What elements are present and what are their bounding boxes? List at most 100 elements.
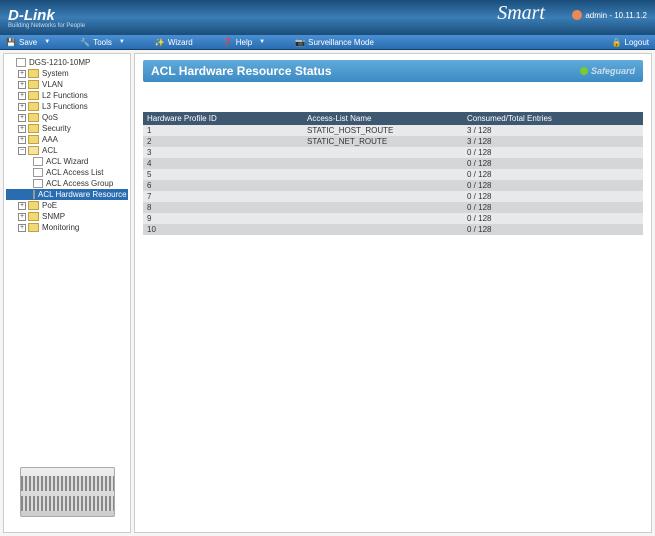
wizard-menu[interactable]: ✨Wizard: [155, 38, 193, 47]
save-icon: 💾: [6, 38, 15, 47]
folder-icon: [28, 212, 39, 221]
content-panel: ACL Hardware Resource Status Safeguard H…: [134, 53, 652, 533]
tools-menu[interactable]: 🔧Tools▼: [80, 38, 125, 47]
tree-l3[interactable]: +L3 Functions: [6, 101, 128, 112]
cell-entries: 0 / 128: [463, 191, 643, 202]
cell-entries: 0 / 128: [463, 213, 643, 224]
tree-security[interactable]: +Security: [6, 123, 128, 134]
cell-entries: 0 / 128: [463, 224, 643, 235]
tree-system[interactable]: +System: [6, 68, 128, 79]
tools-icon: 🔧: [80, 38, 89, 47]
acl-hw-table: Hardware Profile ID Access-List Name Con…: [143, 112, 643, 235]
expand-icon[interactable]: +: [18, 213, 26, 221]
tree-vlan[interactable]: +VLAN: [6, 79, 128, 90]
folder-icon: [28, 223, 39, 232]
user-label: admin - 10.11.1.2: [585, 11, 647, 20]
cell-id: 7: [143, 191, 303, 202]
tree-device[interactable]: DGS-1210-10MP: [6, 57, 128, 68]
expand-icon[interactable]: +: [18, 103, 26, 111]
folder-icon: [28, 91, 39, 100]
table-row: 1STATIC_HOST_ROUTE3 / 128: [143, 125, 643, 136]
cell-entries: 3 / 128: [463, 125, 643, 136]
table-row: 10 0 / 128: [143, 224, 643, 235]
cell-id: 4: [143, 158, 303, 169]
expand-icon[interactable]: +: [18, 92, 26, 100]
surveillance-menu[interactable]: 📷Surveillance Mode: [295, 38, 374, 47]
tree-l2[interactable]: +L2 Functions: [6, 90, 128, 101]
switch-illustration: [20, 467, 115, 517]
safeguard-badge: Safeguard: [580, 66, 635, 76]
logout-icon: 🔒: [612, 38, 621, 47]
table-row: 50 / 128: [143, 169, 643, 180]
expand-icon[interactable]: +: [18, 70, 26, 78]
expand-icon[interactable]: +: [18, 81, 26, 89]
logout-button[interactable]: 🔒Logout: [612, 38, 649, 47]
tree-acl[interactable]: −ACL: [6, 145, 128, 156]
cell-id: 2: [143, 136, 303, 147]
table-container: Hardware Profile ID Access-List Name Con…: [143, 112, 643, 235]
table-row: 30 / 128: [143, 147, 643, 158]
brand-text: D-Link: [8, 7, 55, 24]
product-line-label: Smart: [497, 2, 545, 25]
brand-tagline: Building Networks for People: [8, 23, 85, 29]
cell-name: [303, 213, 463, 224]
collapse-icon[interactable]: −: [18, 147, 26, 155]
tree-qos[interactable]: +QoS: [6, 112, 128, 123]
help-menu[interactable]: ❓Help▼: [223, 38, 265, 47]
expand-icon[interactable]: +: [18, 125, 26, 133]
table-row: 40 / 128: [143, 158, 643, 169]
header-profile: Hardware Profile ID: [143, 112, 303, 125]
sidebar: DGS-1210-10MP +System +VLAN +L2 Function…: [3, 53, 131, 533]
wizard-icon: ✨: [155, 38, 164, 47]
expand-icon[interactable]: +: [18, 202, 26, 210]
expand-icon[interactable]: +: [18, 114, 26, 122]
cell-id: 6: [143, 180, 303, 191]
tree-aaa[interactable]: +AAA: [6, 134, 128, 145]
tree-acl-access-list[interactable]: ACL Access List: [6, 167, 128, 178]
cell-id: 9: [143, 213, 303, 224]
device-image: [4, 452, 130, 532]
expand-icon[interactable]: +: [18, 224, 26, 232]
save-menu[interactable]: 💾Save▼: [6, 38, 50, 47]
app-header: D-Link Building Networks for People Smar…: [0, 0, 655, 35]
tree-acl-access-group[interactable]: ACL Access Group: [6, 178, 128, 189]
cell-id: 5: [143, 169, 303, 180]
page-icon: [33, 190, 35, 199]
page-icon: [33, 168, 43, 177]
user-icon: [572, 10, 582, 20]
tree-acl-hw-status[interactable]: ACL Hardware Resource Status: [6, 189, 128, 200]
folder-icon: [28, 201, 39, 210]
folder-open-icon: [28, 146, 39, 155]
cell-name: STATIC_HOST_ROUTE: [303, 125, 463, 136]
cell-id: 10: [143, 224, 303, 235]
tree-acl-wizard[interactable]: ACL Wizard: [6, 156, 128, 167]
table-row: 60 / 128: [143, 180, 643, 191]
tree-monitoring[interactable]: +Monitoring: [6, 222, 128, 233]
folder-icon: [28, 135, 39, 144]
device-icon: [16, 58, 26, 67]
table-row: 7 0 / 128: [143, 191, 643, 202]
folder-icon: [28, 102, 39, 111]
panel-title: ACL Hardware Resource Status: [151, 64, 332, 78]
tree-poe[interactable]: +PoE: [6, 200, 128, 211]
cell-id: 8: [143, 202, 303, 213]
table-body: 1STATIC_HOST_ROUTE3 / 1282STATIC_NET_ROU…: [143, 125, 643, 235]
folder-icon: [28, 80, 39, 89]
cell-name: STATIC_NET_ROUTE: [303, 136, 463, 147]
cell-name: [303, 147, 463, 158]
header-name: Access-List Name: [303, 112, 463, 125]
expand-icon[interactable]: +: [18, 136, 26, 144]
table-row: 9 0 / 128: [143, 213, 643, 224]
cell-name: [303, 169, 463, 180]
cell-id: 1: [143, 125, 303, 136]
cell-name: [303, 158, 463, 169]
help-icon: ❓: [223, 38, 232, 47]
table-row: 2STATIC_NET_ROUTE3 / 128: [143, 136, 643, 147]
cell-entries: 0 / 128: [463, 147, 643, 158]
cell-name: [303, 224, 463, 235]
cell-entries: 0 / 128: [463, 202, 643, 213]
chevron-down-icon: ▼: [259, 39, 265, 45]
chevron-down-icon: ▼: [119, 39, 125, 45]
page-icon: [33, 179, 43, 188]
tree-snmp[interactable]: +SNMP: [6, 211, 128, 222]
